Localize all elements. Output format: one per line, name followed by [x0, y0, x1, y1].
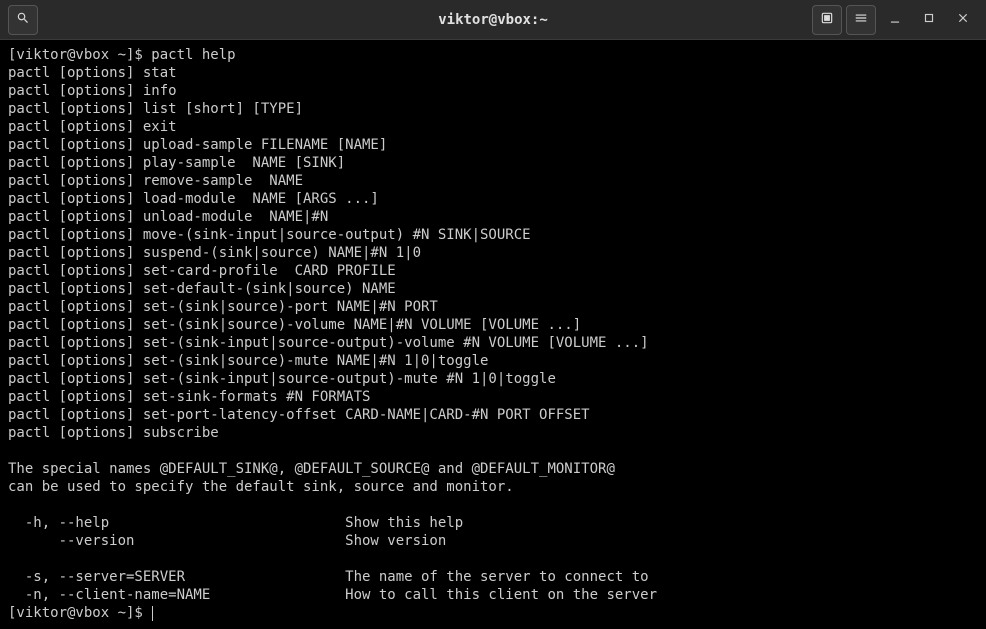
- terminal-area[interactable]: [viktor@vbox ~]$ pactl help pactl [optio…: [0, 40, 986, 629]
- cursor: [152, 606, 153, 621]
- prompt-1: [viktor@vbox ~]$: [8, 47, 151, 63]
- new-tab-button[interactable]: [812, 5, 842, 35]
- terminal-icon: [820, 11, 834, 29]
- maximize-button[interactable]: [914, 5, 944, 35]
- minimize-icon: [888, 11, 902, 28]
- titlebar: viktor@vbox:~: [0, 0, 986, 40]
- prompt-2: [viktor@vbox ~]$: [8, 605, 151, 621]
- hamburger-icon: [854, 11, 868, 29]
- minimize-button[interactable]: [880, 5, 910, 35]
- search-button[interactable]: [8, 5, 38, 35]
- titlebar-left: [8, 5, 38, 35]
- search-icon: [16, 11, 30, 29]
- close-icon: [956, 11, 970, 28]
- command-1: pactl help: [151, 47, 235, 63]
- window-title: viktor@vbox:~: [438, 12, 548, 28]
- output-text: pactl [options] stat pactl [options] inf…: [8, 65, 657, 603]
- titlebar-right: [812, 5, 978, 35]
- maximize-icon: [922, 11, 936, 28]
- close-button[interactable]: [948, 5, 978, 35]
- menu-button[interactable]: [846, 5, 876, 35]
